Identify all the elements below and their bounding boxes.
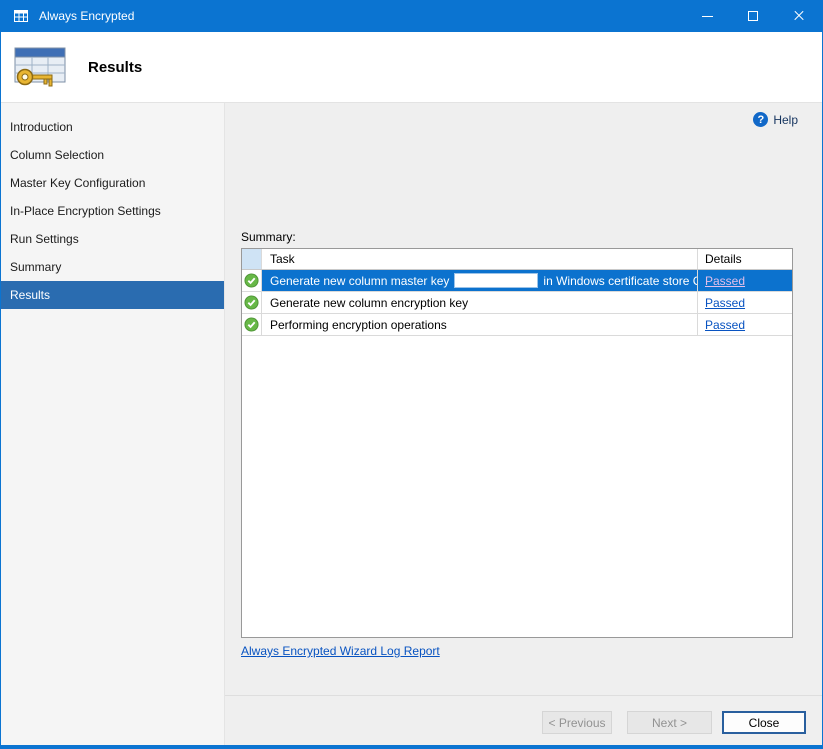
window-title: Always Encrypted	[39, 9, 134, 23]
status-cell	[242, 270, 262, 291]
table-row-master-key[interactable]: Generate new column master key in Window…	[242, 270, 792, 292]
details-cell: Passed	[697, 292, 792, 313]
titlebar: Always Encrypted	[1, 0, 822, 32]
task-text: Performing encryption operations	[270, 318, 447, 332]
table-row-encryption-operations[interactable]: Performing encryption operations Passed	[242, 314, 792, 336]
task-cell: Generate new column encryption key	[262, 292, 697, 313]
help-link[interactable]: Help	[753, 112, 798, 127]
close-button[interactable]: Close	[722, 711, 806, 734]
close-icon	[793, 10, 805, 22]
previous-button[interactable]: < Previous	[542, 711, 612, 734]
help-icon	[753, 112, 768, 127]
sidebar-item-master-key-configuration[interactable]: Master Key Configuration	[1, 169, 224, 197]
summary-label: Summary:	[241, 230, 296, 244]
maximize-button[interactable]	[730, 0, 776, 32]
page-title: Results	[88, 59, 142, 76]
minimize-icon	[702, 16, 713, 17]
app-icon	[13, 8, 29, 24]
wizard-log-report-link[interactable]: Always Encrypted Wizard Log Report	[241, 644, 440, 658]
footer-divider	[225, 695, 822, 696]
task-text: Generate new column encryption key	[270, 296, 468, 310]
main-panel: Help Summary: Task Details	[225, 103, 822, 745]
passed-check-icon	[244, 317, 259, 332]
help-label: Help	[773, 113, 798, 127]
task-cell: Generate new column master key in Window…	[262, 270, 697, 291]
maximize-icon	[748, 11, 758, 21]
sidebar-item-run-settings[interactable]: Run Settings	[1, 225, 224, 253]
passed-check-icon	[244, 273, 259, 288]
passed-link[interactable]: Passed	[705, 318, 745, 332]
passed-check-icon	[244, 295, 259, 310]
status-cell	[242, 292, 262, 313]
close-window-button[interactable]	[776, 0, 822, 32]
table-header-row: Task Details	[242, 249, 792, 270]
details-cell: Passed	[697, 314, 792, 335]
wizard-header: Results	[1, 32, 822, 103]
sidebar-item-column-selection[interactable]: Column Selection	[1, 141, 224, 169]
passed-link[interactable]: Passed	[705, 296, 745, 310]
task-text-suffix: in Windows certificate store Cu...	[543, 274, 697, 288]
details-cell: Passed	[697, 270, 792, 291]
sidebar-item-in-place-encryption-settings[interactable]: In-Place Encryption Settings	[1, 197, 224, 225]
minimize-button[interactable]	[684, 0, 730, 32]
sidebar-item-introduction[interactable]: Introduction	[1, 113, 224, 141]
next-button[interactable]: Next >	[627, 711, 712, 734]
window-controls	[684, 0, 822, 32]
wizard-steps-sidebar: Introduction Column Selection Master Key…	[1, 103, 225, 745]
sidebar-item-results[interactable]: Results	[1, 281, 224, 309]
table-row-encryption-key[interactable]: Generate new column encryption key Passe…	[242, 292, 792, 314]
status-cell	[242, 314, 262, 335]
task-column-header[interactable]: Task	[262, 249, 697, 269]
task-text-prefix: Generate new column master key	[270, 274, 449, 288]
footer-buttons: < Previous Next > Close	[542, 711, 806, 734]
task-cell: Performing encryption operations	[262, 314, 697, 335]
always-encrypted-wizard-window: Always Encrypted Results	[0, 0, 823, 749]
status-column-header	[242, 249, 262, 269]
content: Introduction Column Selection Master Key…	[1, 103, 822, 745]
column-master-key-name-box	[454, 273, 538, 288]
details-column-header[interactable]: Details	[697, 249, 792, 269]
results-table: Task Details Generate new column master …	[241, 248, 793, 638]
passed-link[interactable]: Passed	[705, 274, 745, 288]
sidebar-item-summary[interactable]: Summary	[1, 253, 224, 281]
table-key-icon	[12, 43, 70, 91]
